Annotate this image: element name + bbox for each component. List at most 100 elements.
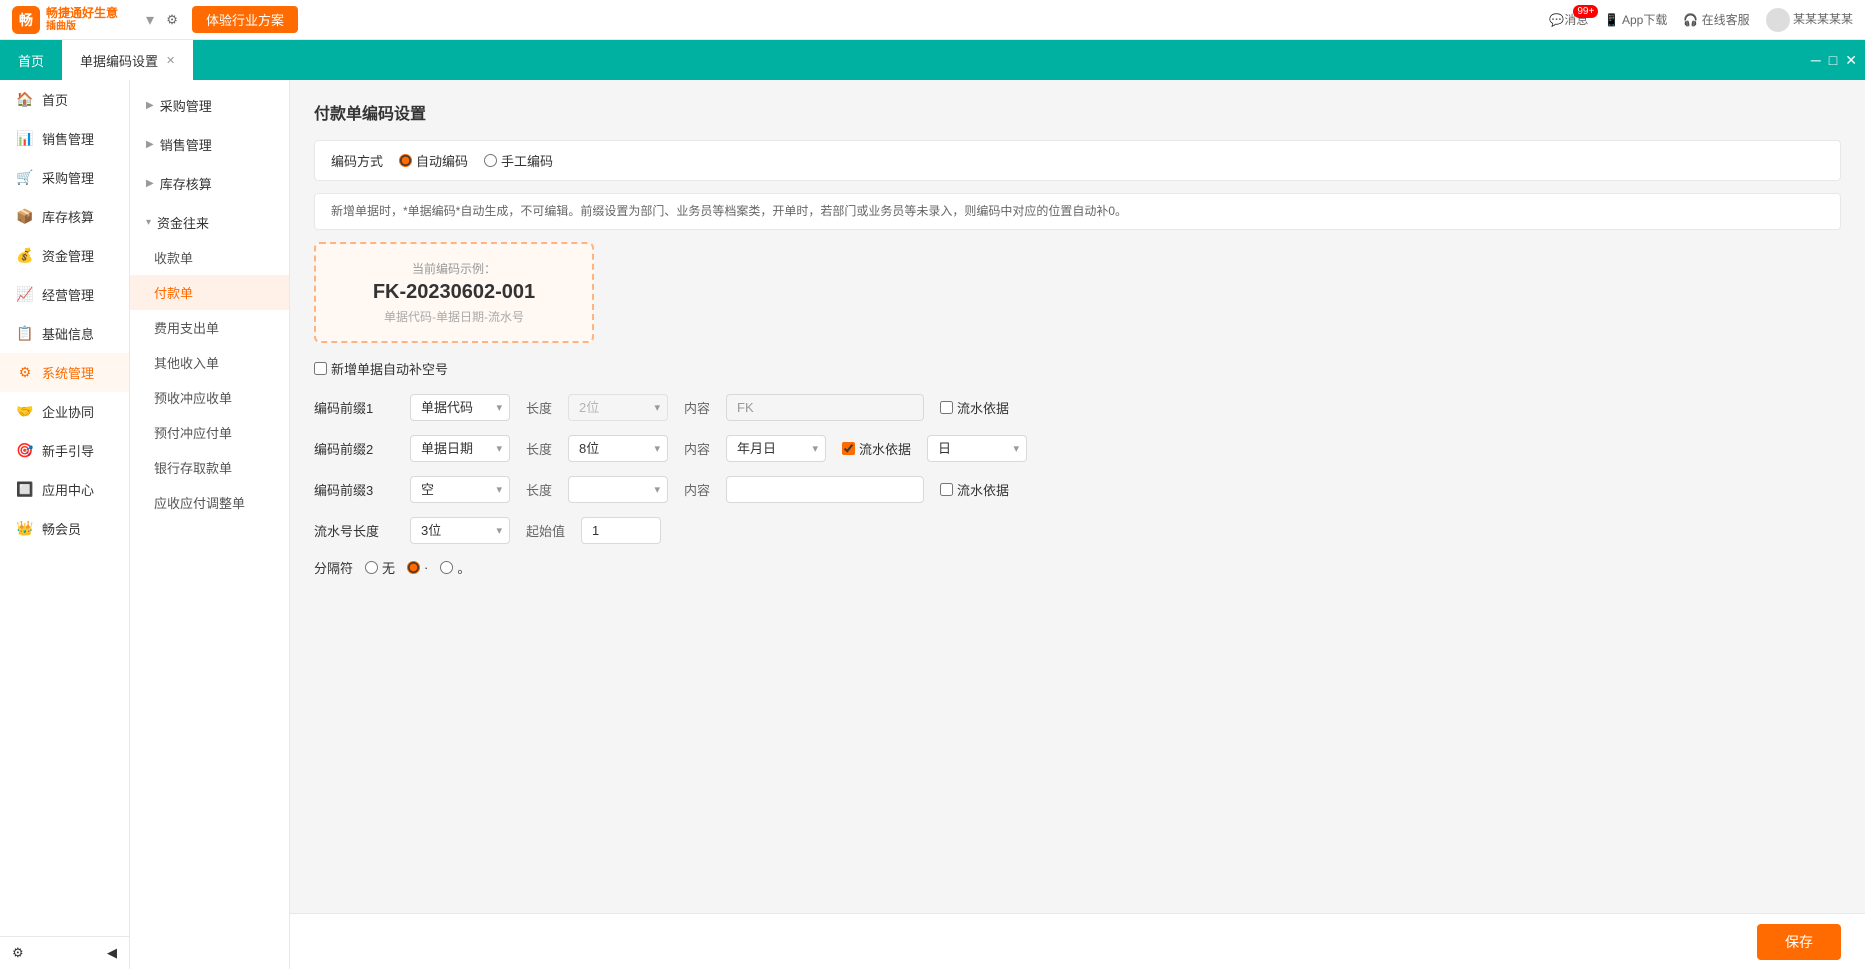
sidebar-home-label: 首页 [42, 90, 68, 109]
prefix2-length-select[interactable]: 8位 [568, 435, 668, 462]
code-example-prefix-label: 当前编码示例： [412, 260, 496, 277]
prefix2-content-select[interactable]: 年月日 [726, 435, 826, 462]
sidebar-item-purchase[interactable]: 🛒 采购管理 [0, 158, 129, 197]
sidebar-item-sales[interactable]: 📊 销售管理 [0, 119, 129, 158]
prefix2-select[interactable]: 单据日期 [410, 435, 510, 462]
serial-length-label: 流水号长度 [314, 521, 394, 540]
separator-none-input[interactable] [365, 561, 378, 574]
headset-icon: 🎧 [1683, 13, 1698, 27]
prefix-row-2: 编码前缀2 单据日期 长度 8位 内容 年月日 [314, 435, 1841, 462]
sidebar-item-member[interactable]: 👑 畅会员 [0, 509, 129, 548]
prefix1-select[interactable]: 单据代码 [410, 394, 510, 421]
sidebar-settings-icon[interactable]: ⚙ [12, 945, 24, 961]
serial-length-select-wrap: 3位 [410, 517, 510, 544]
prefix2-waterflow-checkbox[interactable] [842, 442, 855, 455]
phone-icon: 📱 [1604, 13, 1619, 27]
sidebar-newbie-label: 新手引导 [42, 441, 94, 460]
sidebar-sales-label: 销售管理 [42, 129, 94, 148]
serial-length-select[interactable]: 3位 [410, 517, 510, 544]
auto-fill-label: 新增单据自动补空号 [331, 359, 448, 378]
save-button[interactable]: 保存 [1757, 924, 1841, 960]
sidebar-item-base[interactable]: 📋 基础信息 [0, 314, 129, 353]
header-settings-icon[interactable]: ⚙ [160, 8, 184, 32]
sidebar-item-inventory[interactable]: 📦 库存核算 [0, 197, 129, 236]
code-example-box: 当前编码示例： FK-20230602-001 单据代码-单据日期-流水号 [314, 242, 594, 343]
prefix1-waterflow-checkbox[interactable] [940, 401, 953, 414]
tab-encoding-settings[interactable]: 单据编码设置 ✕ [62, 40, 193, 80]
tab-home-label: 首页 [18, 51, 44, 70]
sidebar-item-finance[interactable]: 💰 资金管理 [0, 236, 129, 275]
sidebar-collapse-icon[interactable]: ◀ [107, 945, 117, 961]
window-close-icon[interactable]: ✕ [1845, 52, 1857, 69]
separator-dot-input[interactable] [407, 561, 420, 574]
inventory-icon: 📦 [16, 208, 34, 226]
auto-encoding-radio[interactable]: 自动编码 [399, 151, 468, 170]
prefix2-waterflow-label: 流水依据 [859, 439, 911, 458]
sub-item-receipt[interactable]: 收款单 [130, 240, 289, 275]
separator-period-input[interactable] [440, 561, 453, 574]
sidebar-member-label: 畅会员 [42, 519, 81, 538]
auto-fill-checkbox[interactable] [314, 362, 327, 375]
separator-period-radio[interactable]: 。 [440, 558, 470, 577]
prefix3-waterflow-label: 流水依据 [957, 480, 1009, 499]
content-area: 付款单编码设置 编码方式 自动编码 手工编码 新增单据时，*单据编码*自动生成，… [290, 80, 1865, 913]
collab-icon: 🤝 [16, 403, 34, 421]
separator-row: 分隔符 无 · 。 [314, 558, 1841, 577]
sidebar-item-collab[interactable]: 🤝 企业协同 [0, 392, 129, 431]
sub-item-ar-ap-adjust[interactable]: 应收应付调整单 [130, 485, 289, 520]
sub-item-pre-receipt[interactable]: 预收冲应收单 [130, 380, 289, 415]
sub-group-capital-title[interactable]: ▾ 资金往来 [130, 205, 289, 240]
auto-fill-checkbox-label[interactable]: 新增单据自动补空号 [314, 359, 448, 378]
user-area[interactable]: 某某某某某 [1766, 8, 1853, 32]
prefix3-waterflow-checkbox-label[interactable]: 流水依据 [940, 480, 1009, 499]
app-download[interactable]: 📱 App下载 [1604, 11, 1667, 28]
separator-none-radio[interactable]: 无 [365, 558, 395, 577]
sidebar-item-newbie[interactable]: 🎯 新手引导 [0, 431, 129, 470]
header-nav: ▾ ⚙ [146, 8, 184, 32]
prefix1-length-select[interactable]: 2位 [568, 394, 668, 421]
window-maximize-icon[interactable]: □ [1829, 52, 1837, 68]
tab-close-icon[interactable]: ✕ [166, 54, 175, 67]
sub-group-purchase-title[interactable]: ▶ 采购管理 [130, 88, 289, 123]
sub-item-expense[interactable]: 费用支出单 [130, 310, 289, 345]
prefix3-length-label: 长度 [526, 480, 552, 499]
message-area[interactable]: 💬 消息 99+ [1549, 11, 1588, 28]
sub-item-other-income[interactable]: 其他收入单 [130, 345, 289, 380]
prefix1-length-label: 长度 [526, 398, 552, 417]
prefix1-content-label: 内容 [684, 398, 710, 417]
main-layout: 🏠 首页 📊 销售管理 🛒 采购管理 📦 库存核算 💰 资金管理 📈 经营管理 … [0, 80, 1865, 969]
prefix3-length-select[interactable] [568, 476, 668, 503]
prefix2-waterflow-checkbox-label[interactable]: 流水依据 [842, 439, 911, 458]
manual-encoding-radio[interactable]: 手工编码 [484, 151, 553, 170]
online-service[interactable]: 🎧 在线客服 [1683, 11, 1749, 28]
tab-home[interactable]: 首页 [0, 40, 62, 80]
nav-dropdown-icon[interactable]: ▾ [146, 10, 154, 30]
prefix3-content-input[interactable] [726, 476, 924, 503]
sidebar-item-apps[interactable]: 🔲 应用中心 [0, 470, 129, 509]
prefix2-period-select[interactable]: 日 [927, 435, 1027, 462]
sidebar-item-home[interactable]: 🏠 首页 [0, 80, 129, 119]
window-minimize-icon[interactable]: ─ [1811, 52, 1821, 68]
prefix1-content-input [726, 394, 924, 421]
sidebar: 🏠 首页 📊 销售管理 🛒 采购管理 📦 库存核算 💰 资金管理 📈 经营管理 … [0, 80, 130, 969]
purchase-icon: 🛒 [16, 169, 34, 187]
sub-group-inventory-title[interactable]: ▶ 库存核算 [130, 166, 289, 201]
manual-encoding-input[interactable] [484, 154, 497, 167]
ops-icon: 📈 [16, 286, 34, 304]
prefix3-label: 编码前缀3 [314, 480, 394, 499]
sidebar-item-system[interactable]: ⚙ 系统管理 [0, 353, 129, 392]
sub-item-bank[interactable]: 银行存取款单 [130, 450, 289, 485]
start-value-input[interactable] [581, 517, 661, 544]
sub-group-sales-title[interactable]: ▶ 销售管理 [130, 127, 289, 162]
sub-item-payment[interactable]: 付款单 [130, 275, 289, 310]
page-title: 付款单编码设置 [314, 100, 1841, 124]
auto-encoding-input[interactable] [399, 154, 412, 167]
header-left: 畅 畅捷通好生意 插曲版 ▾ ⚙ 体验行业方案 [12, 6, 298, 34]
sub-item-pre-payment[interactable]: 预付冲应付单 [130, 415, 289, 450]
prefix3-waterflow-checkbox[interactable] [940, 483, 953, 496]
sidebar-item-ops[interactable]: 📈 经营管理 [0, 275, 129, 314]
trial-button[interactable]: 体验行业方案 [192, 6, 298, 33]
prefix3-select[interactable]: 空 [410, 476, 510, 503]
prefix1-waterflow-checkbox-label[interactable]: 流水依据 [940, 398, 1009, 417]
separator-dot-radio[interactable]: · [407, 560, 428, 575]
